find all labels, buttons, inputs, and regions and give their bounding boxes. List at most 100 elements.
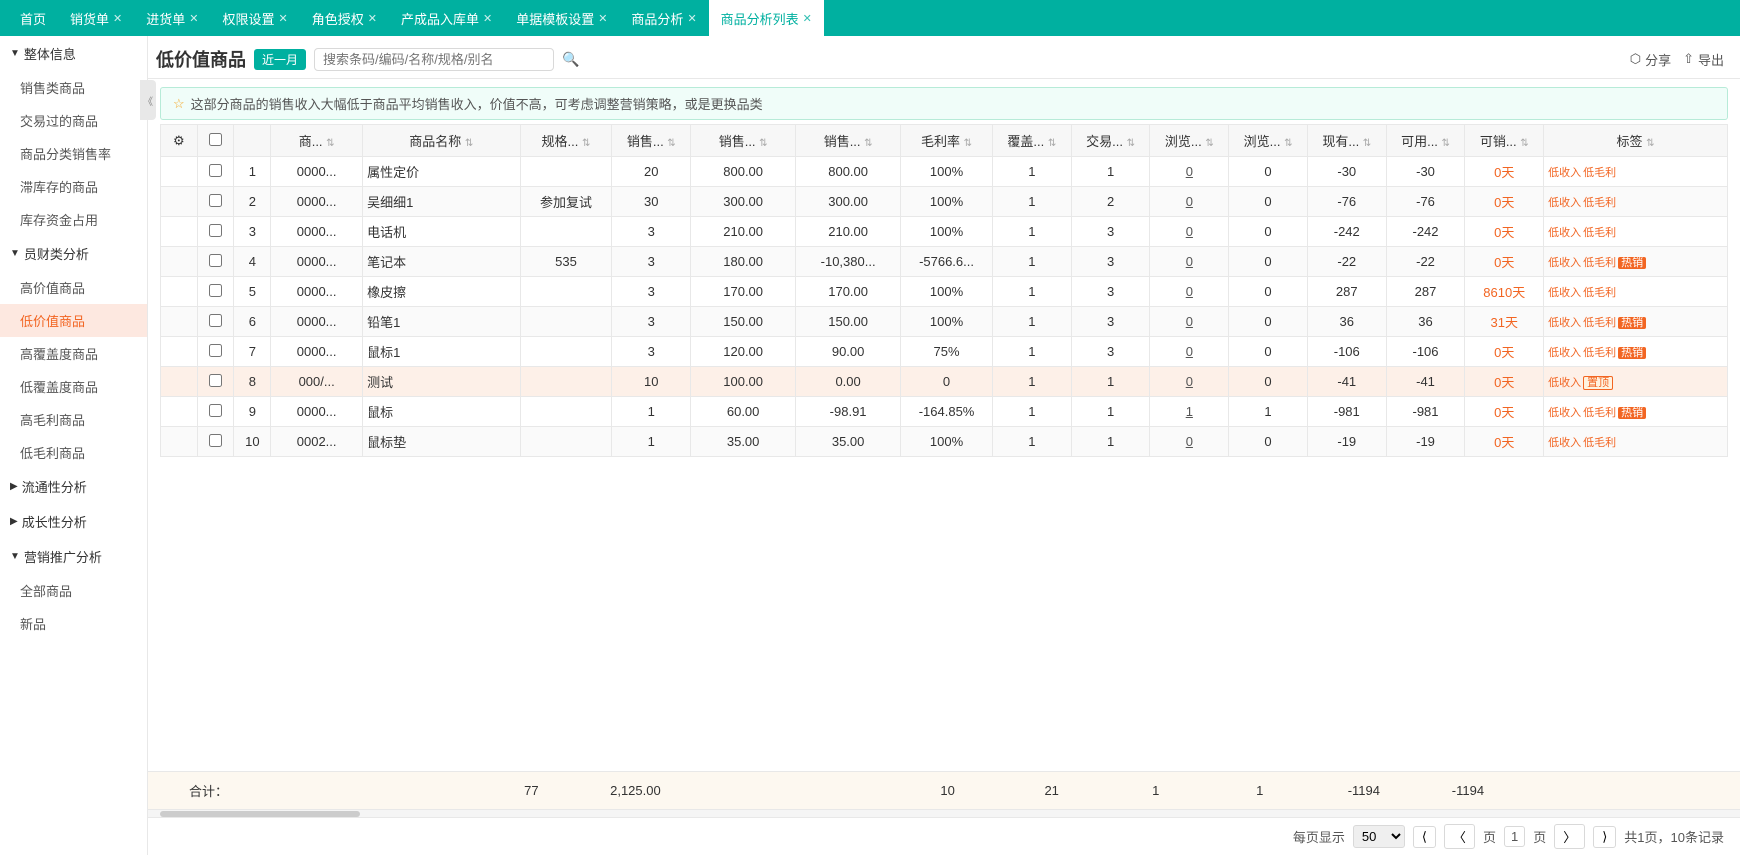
prev-page-btn[interactable]: 〈 xyxy=(1444,824,1475,849)
browse1-link[interactable]: 0 xyxy=(1186,434,1193,449)
nav-close-icon[interactable]: ✕ xyxy=(189,12,198,25)
row-checkbox-cell[interactable] xyxy=(197,307,234,337)
col-spec[interactable]: 规格... ⇅ xyxy=(520,125,612,157)
row-checkbox-cell[interactable] xyxy=(197,337,234,367)
browse1-link[interactable]: 0 xyxy=(1186,314,1193,329)
sidebar-item-sales-goods[interactable]: 销售类商品 xyxy=(0,71,147,104)
nav-sales-order[interactable]: 销货单 ✕ xyxy=(58,0,134,36)
col-browse2[interactable]: 浏览... ⇅ xyxy=(1229,125,1308,157)
row-checkbox-cell[interactable] xyxy=(197,397,234,427)
nav-product-instock[interactable]: 产成品入库单 ✕ xyxy=(389,0,504,36)
sidebar-item-all-goods[interactable]: 全部商品 xyxy=(0,574,147,607)
sidebar-item-traded-goods[interactable]: 交易过的商品 xyxy=(0,104,147,137)
col-cov[interactable]: 覆盖... ⇅ xyxy=(992,125,1071,157)
search-icon[interactable]: 🔍 xyxy=(562,51,579,68)
row-checkbox-cell[interactable] xyxy=(197,187,234,217)
row-checkbox[interactable] xyxy=(209,404,222,417)
sidebar-item-category-rate[interactable]: 商品分类销售率 xyxy=(0,137,147,170)
sidebar-item-stock-value[interactable]: 库存资金占用 xyxy=(0,203,147,236)
col-s1[interactable]: 销售... ⇅ xyxy=(612,125,691,157)
sidebar-group-general[interactable]: ▼ 整体信息 xyxy=(0,36,147,71)
nav-close-icon[interactable]: ✕ xyxy=(803,12,812,25)
row-checkbox-cell[interactable] xyxy=(197,247,234,277)
row-checkbox[interactable] xyxy=(209,374,222,387)
browse1-link[interactable]: 0 xyxy=(1186,224,1193,239)
col-stock2[interactable]: 可用... ⇅ xyxy=(1386,125,1465,157)
nav-permissions[interactable]: 权限设置 ✕ xyxy=(210,0,299,36)
browse1-link[interactable]: 0 xyxy=(1186,164,1193,179)
nav-close-icon[interactable]: ✕ xyxy=(113,12,122,25)
sidebar-item-low-margin[interactable]: 低毛利商品 xyxy=(0,436,147,469)
select-all-checkbox[interactable] xyxy=(209,133,222,146)
sidebar-item-low-value[interactable]: 低价值商品 xyxy=(0,304,147,337)
nav-close-icon[interactable]: ✕ xyxy=(483,12,492,25)
first-page-btn[interactable]: ⟨ xyxy=(1413,826,1436,848)
row-checkbox[interactable] xyxy=(209,434,222,447)
row-checkbox-cell[interactable] xyxy=(197,217,234,247)
nav-close-icon[interactable]: ✕ xyxy=(279,12,288,25)
browse1-link[interactable]: 0 xyxy=(1186,374,1193,389)
col-s2[interactable]: 销售... ⇅ xyxy=(691,125,796,157)
browse1-link[interactable]: 0 xyxy=(1186,254,1193,269)
export-btn[interactable]: ⇧ 导出 xyxy=(1683,50,1724,69)
next-page-btn[interactable]: 〉 xyxy=(1554,824,1585,849)
search-input[interactable] xyxy=(314,48,554,71)
row-browse1[interactable]: 0 xyxy=(1150,247,1229,277)
col-tags[interactable]: 标签 ⇅ xyxy=(1544,125,1728,157)
sidebar-item-low-coverage[interactable]: 低覆盖度商品 xyxy=(0,370,147,403)
col-settings[interactable]: ⚙ xyxy=(161,125,198,157)
sidebar-group-finance[interactable]: ▼ 员财类分析 xyxy=(0,236,147,271)
row-browse1[interactable]: 0 xyxy=(1150,277,1229,307)
nav-close-icon[interactable]: ✕ xyxy=(368,12,377,25)
col-saleable[interactable]: 可销... ⇅ xyxy=(1465,125,1544,157)
sidebar-group-marketing[interactable]: ▼ 营销推广分析 xyxy=(0,539,147,574)
row-browse1[interactable]: 1 xyxy=(1150,397,1229,427)
sidebar-item-high-margin[interactable]: 高毛利商品 xyxy=(0,403,147,436)
row-browse1[interactable]: 0 xyxy=(1150,187,1229,217)
browse1-link[interactable]: 1 xyxy=(1186,404,1193,419)
row-browse1[interactable]: 0 xyxy=(1150,367,1229,397)
row-checkbox-cell[interactable] xyxy=(197,367,234,397)
nav-product-analysis-list[interactable]: 商品分析列表 ✕ xyxy=(709,0,824,36)
col-stock1[interactable]: 现有... ⇅ xyxy=(1307,125,1386,157)
row-browse1[interactable]: 0 xyxy=(1150,217,1229,247)
row-checkbox[interactable] xyxy=(209,344,222,357)
time-filter-btn[interactable]: 近一月 xyxy=(254,49,306,70)
table-container[interactable]: ⚙ 商... ⇅ 商品名称 ⇅ 规格... ⇅ 销售... ⇅ 销售... ⇅ … xyxy=(148,124,1740,771)
nav-home[interactable]: 首页 xyxy=(8,0,58,36)
nav-template-settings[interactable]: 单据模板设置 ✕ xyxy=(504,0,619,36)
sidebar-item-new-goods[interactable]: 新品 xyxy=(0,607,147,640)
row-browse1[interactable]: 0 xyxy=(1150,157,1229,187)
nav-close-icon[interactable]: ✕ xyxy=(687,12,696,25)
row-checkbox[interactable] xyxy=(209,284,222,297)
col-code[interactable]: 商... ⇅ xyxy=(271,125,363,157)
sidebar-collapse-btn[interactable]: 《 xyxy=(140,80,156,120)
col-name[interactable]: 商品名称 ⇅ xyxy=(363,125,520,157)
sidebar-item-high-value[interactable]: 高价值商品 xyxy=(0,271,147,304)
last-page-btn[interactable]: ⟩ xyxy=(1593,826,1616,848)
browse1-link[interactable]: 0 xyxy=(1186,344,1193,359)
nav-purchase-order[interactable]: 进货单 ✕ xyxy=(134,0,210,36)
row-checkbox[interactable] xyxy=(209,314,222,327)
row-checkbox-cell[interactable] xyxy=(197,157,234,187)
col-s3[interactable]: 销售... ⇅ xyxy=(796,125,901,157)
row-checkbox[interactable] xyxy=(209,224,222,237)
row-checkbox[interactable] xyxy=(209,164,222,177)
share-btn[interactable]: ⬡ 分享 xyxy=(1630,50,1671,69)
row-checkbox[interactable] xyxy=(209,254,222,267)
row-browse1[interactable]: 0 xyxy=(1150,337,1229,367)
nav-product-analysis[interactable]: 商品分析 ✕ xyxy=(619,0,708,36)
row-browse1[interactable]: 0 xyxy=(1150,307,1229,337)
browse1-link[interactable]: 0 xyxy=(1186,194,1193,209)
row-checkbox-cell[interactable] xyxy=(197,277,234,307)
page-size-select[interactable]: 50 100 200 xyxy=(1353,825,1405,848)
sidebar-item-high-coverage[interactable]: 高覆盖度商品 xyxy=(0,337,147,370)
nav-close-icon[interactable]: ✕ xyxy=(598,12,607,25)
sidebar-group-liquidity[interactable]: ▶ 流通性分析 xyxy=(0,469,147,504)
col-checkbox[interactable] xyxy=(197,125,234,157)
col-browse1[interactable]: 浏览... ⇅ xyxy=(1150,125,1229,157)
col-rate[interactable]: 毛利率 ⇅ xyxy=(901,125,993,157)
row-browse1[interactable]: 0 xyxy=(1150,427,1229,457)
browse1-link[interactable]: 0 xyxy=(1186,284,1193,299)
nav-role-auth[interactable]: 角色授权 ✕ xyxy=(300,0,389,36)
